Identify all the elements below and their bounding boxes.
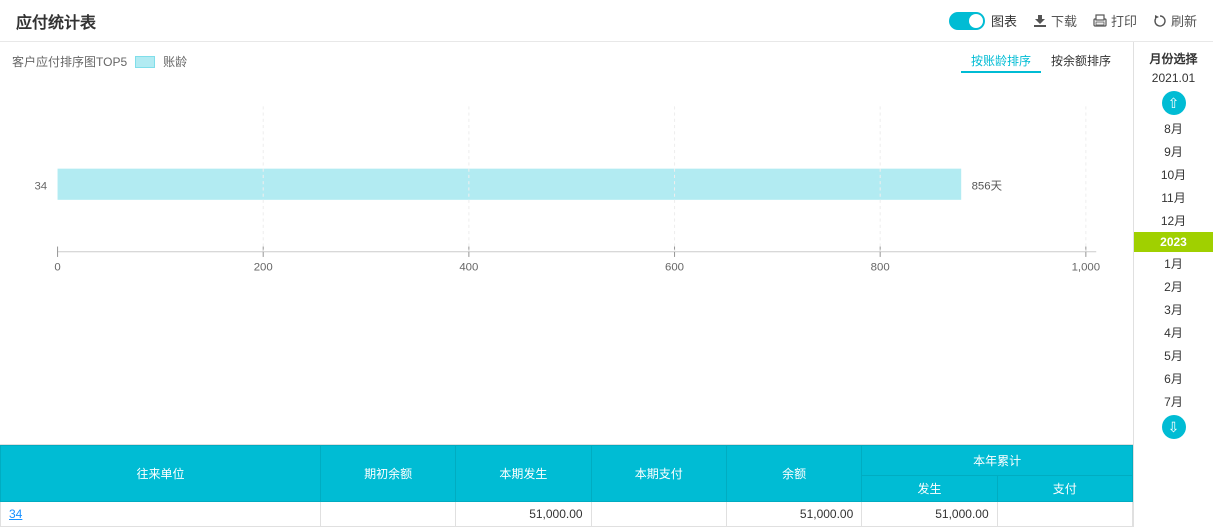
chart-toggle[interactable] bbox=[949, 12, 985, 30]
svg-text:1,000: 1,000 bbox=[1072, 261, 1101, 273]
table-section: 往来单位 期初余额 本期发生 本期支付 余额 本年累计 发生 bbox=[0, 444, 1133, 527]
month-3[interactable]: 3月 bbox=[1134, 298, 1213, 321]
month-8[interactable]: 8月 bbox=[1134, 117, 1213, 140]
col-current-occur: 本期发生 bbox=[456, 446, 591, 502]
download-icon bbox=[1033, 14, 1047, 28]
month-6[interactable]: 6月 bbox=[1134, 367, 1213, 390]
chart-toggle-wrap: 图表 bbox=[949, 11, 1017, 30]
page-title: 应付统计表 bbox=[16, 9, 96, 33]
refresh-button[interactable]: 刷新 bbox=[1153, 11, 1197, 30]
legend-box bbox=[135, 56, 155, 68]
month-7[interactable]: 7月 bbox=[1134, 390, 1213, 413]
bar-chart: 34 856天 0 200 bbox=[16, 85, 1117, 325]
svg-text:600: 600 bbox=[665, 261, 684, 273]
col-ytd-pay: 支付 bbox=[997, 476, 1132, 502]
svg-text:200: 200 bbox=[254, 261, 273, 273]
nav-down-button[interactable]: ⇩ bbox=[1162, 415, 1186, 439]
download-button[interactable]: 下载 bbox=[1033, 11, 1077, 30]
y-label: 34 bbox=[34, 180, 47, 192]
sort-buttons: 按账龄排序 按余额排序 bbox=[961, 50, 1121, 73]
cell-unit[interactable]: 34 bbox=[1, 502, 321, 527]
sidebar: 月份选择 2021.01 ⇧ 8月 9月 10月 11月 12月 2023 1月… bbox=[1133, 42, 1213, 527]
month-12[interactable]: 12月 bbox=[1134, 209, 1213, 232]
chart-header: 客户应付排序图TOP5 账龄 按账龄排序 按余额排序 bbox=[0, 42, 1133, 77]
bar-end-label: 856天 bbox=[972, 180, 1003, 192]
bar-rect bbox=[58, 169, 962, 200]
svg-text:400: 400 bbox=[459, 261, 478, 273]
month-2[interactable]: 2月 bbox=[1134, 275, 1213, 298]
month-9[interactable]: 9月 bbox=[1134, 140, 1213, 163]
print-button[interactable]: 打印 bbox=[1093, 11, 1137, 30]
month-11[interactable]: 11月 bbox=[1134, 186, 1213, 209]
cell-opening bbox=[320, 502, 455, 527]
col-ytd: 本年累计 bbox=[862, 446, 1133, 476]
legend-text: 客户应付排序图TOP5 bbox=[12, 53, 127, 70]
sidebar-title: 月份选择 bbox=[1149, 46, 1197, 69]
active-year-label[interactable]: 2023 bbox=[1134, 232, 1213, 252]
chart-section: 客户应付排序图TOP5 账龄 按账龄排序 按余额排序 34 bbox=[0, 42, 1133, 527]
table-wrapper: 往来单位 期初余额 本期发生 本期支付 余额 本年累计 发生 bbox=[0, 445, 1133, 527]
svg-text:0: 0 bbox=[54, 261, 60, 273]
toggle-label: 图表 bbox=[991, 11, 1017, 30]
month-5[interactable]: 5月 bbox=[1134, 344, 1213, 367]
refresh-icon bbox=[1153, 14, 1167, 28]
table-row: 34 51,000.00 51,000.00 51,000.00 bbox=[1, 502, 1133, 527]
cell-ytd-pay bbox=[997, 502, 1132, 527]
data-table: 往来单位 期初余额 本期发生 本期支付 余额 本年累计 发生 bbox=[0, 445, 1133, 527]
header: 应付统计表 图表 下载 打印 刷新 bbox=[0, 0, 1213, 42]
col-from-unit: 往来单位 bbox=[1, 446, 321, 502]
month-10[interactable]: 10月 bbox=[1134, 163, 1213, 186]
col-balance: 余额 bbox=[726, 446, 861, 502]
sort-by-balance-button[interactable]: 按余额排序 bbox=[1041, 50, 1121, 73]
main-area: 客户应付排序图TOP5 账龄 按账龄排序 按余额排序 34 bbox=[0, 42, 1213, 527]
chart-area: 34 856天 0 200 bbox=[0, 77, 1133, 444]
header-actions: 图表 下载 打印 刷新 bbox=[949, 11, 1197, 30]
svg-text:800: 800 bbox=[871, 261, 890, 273]
cell-current-pay bbox=[591, 502, 726, 527]
chart-legend: 客户应付排序图TOP5 账龄 bbox=[12, 53, 187, 70]
legend-label: 账龄 bbox=[163, 53, 187, 70]
col-opening: 期初余额 bbox=[320, 446, 455, 502]
sort-by-amount-button[interactable]: 按账龄排序 bbox=[961, 50, 1041, 73]
sidebar-year: 2021.01 bbox=[1152, 69, 1195, 89]
col-ytd-occur: 发生 bbox=[862, 476, 997, 502]
cell-ytd-occur: 51,000.00 bbox=[862, 502, 997, 527]
month-4[interactable]: 4月 bbox=[1134, 321, 1213, 344]
col-current-pay: 本期支付 bbox=[591, 446, 726, 502]
app-container: 应付统计表 图表 下载 打印 刷新 bbox=[0, 0, 1213, 527]
cell-current-occur: 51,000.00 bbox=[456, 502, 591, 527]
cell-balance: 51,000.00 bbox=[726, 502, 861, 527]
nav-up-button[interactable]: ⇧ bbox=[1162, 91, 1186, 115]
print-icon bbox=[1093, 14, 1107, 28]
month-1[interactable]: 1月 bbox=[1134, 252, 1213, 275]
